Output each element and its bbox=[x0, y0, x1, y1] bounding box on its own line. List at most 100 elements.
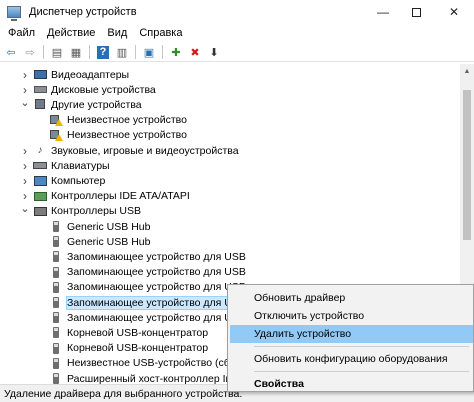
tree-item-label: Неизвестное устройство bbox=[67, 129, 187, 142]
tree-item-label: Generic USB Hub bbox=[67, 235, 151, 248]
usb-icon bbox=[49, 373, 63, 384]
chevron-right-icon[interactable]: › bbox=[20, 189, 30, 203]
show-hide-tree-button[interactable]: ▤ bbox=[49, 44, 65, 60]
tree-item-label: Корневой USB-концентратор bbox=[67, 342, 209, 355]
tree-item-label: Запоминающее устройство для USB bbox=[67, 266, 246, 279]
tree-device[interactable]: Generic USB Hub bbox=[46, 219, 150, 234]
tree-item-label: Запоминающее устройство для USB bbox=[67, 311, 246, 324]
tree-category[interactable]: ⌄ Другие устройства bbox=[20, 97, 141, 112]
tree-category[interactable]: › Контроллеры IDE ATA/ATAPI bbox=[20, 189, 190, 204]
toolbar-separator bbox=[135, 45, 136, 59]
context-menu-label: Обновить конфигурацию оборудования bbox=[254, 353, 448, 365]
show-hide-tree-icon: ▤ bbox=[51, 46, 63, 59]
view-icon: ▥ bbox=[116, 46, 128, 59]
tree-category[interactable]: › Видеоадаптеры bbox=[20, 67, 129, 82]
properties-item[interactable]: Свойства bbox=[230, 375, 473, 393]
chevron-down-icon[interactable]: ⌄ bbox=[20, 203, 30, 215]
usb-controller-icon bbox=[33, 205, 47, 217]
update-driver-item[interactable]: Обновить драйвер bbox=[230, 289, 473, 307]
usb-icon bbox=[49, 357, 63, 369]
minimize-button[interactable]: — bbox=[367, 0, 399, 24]
minimize-icon: — bbox=[377, 5, 389, 19]
chevron-right-icon[interactable]: › bbox=[20, 159, 30, 173]
status-text: Удаление драйвера для выбранного устройс… bbox=[4, 387, 243, 400]
tree-device[interactable]: Запоминающее устройство для USB bbox=[46, 295, 247, 310]
forward-arrow-button[interactable]: ⇨ bbox=[22, 44, 38, 60]
chevron-right-icon[interactable]: › bbox=[20, 83, 30, 97]
tree-item-label: Компьютер bbox=[51, 174, 106, 187]
tree-device[interactable]: Запоминающее устройство для USB bbox=[46, 280, 246, 295]
disk-drive-icon bbox=[33, 84, 47, 96]
context-menu: Обновить драйвер Отключить устройство Удал… bbox=[227, 284, 474, 392]
warning-device-icon bbox=[49, 114, 63, 126]
tree-category[interactable]: ⌄ Контроллеры USB bbox=[20, 203, 141, 219]
chevron-right-icon[interactable]: › bbox=[20, 174, 30, 188]
usb-icon bbox=[49, 327, 63, 339]
download-driver-icon: ⬇ bbox=[209, 46, 219, 59]
computer-icon bbox=[33, 175, 47, 187]
maximize-icon bbox=[411, 7, 421, 17]
tree-item-label: Клавиатуры bbox=[51, 159, 110, 172]
tree-category[interactable]: › Компьютер bbox=[20, 173, 105, 188]
context-menu-label: Отключить устройство bbox=[254, 310, 365, 322]
uninstall-icon: ✖ bbox=[190, 46, 200, 59]
back-arrow-button[interactable]: ⇦ bbox=[3, 44, 19, 60]
view-button[interactable]: ▥ bbox=[114, 44, 130, 60]
help-button[interactable]: ? bbox=[95, 44, 111, 60]
tree-device[interactable]: Неизвестное устройство bbox=[46, 128, 187, 143]
uninstall-device-item[interactable]: Удалить устройство bbox=[230, 325, 473, 343]
download-driver-button[interactable]: ⬇ bbox=[206, 44, 222, 60]
tree-category[interactable]: › ♪ Звуковые, игровые и видеоустройства bbox=[20, 143, 239, 158]
properties-button[interactable]: ▦ bbox=[68, 44, 84, 60]
tree-device[interactable]: Запоминающее устройство для USB bbox=[46, 265, 246, 280]
tree-device[interactable]: Неизвестное устройство bbox=[46, 113, 187, 128]
tree-device[interactable]: Запоминающее устройство для USB bbox=[46, 310, 246, 325]
menu-action[interactable]: Действие bbox=[41, 24, 101, 43]
uninstall-button[interactable]: ✖ bbox=[187, 44, 203, 60]
scan-hardware-icon: ▣ bbox=[143, 46, 155, 59]
ide-controller-icon bbox=[33, 190, 47, 202]
usb-icon bbox=[49, 312, 63, 324]
tree-device[interactable]: Запоминающее устройство для USB bbox=[46, 249, 246, 264]
maximize-button[interactable] bbox=[400, 0, 432, 24]
usb-icon bbox=[49, 266, 63, 278]
chevron-down-icon[interactable]: ⌄ bbox=[20, 97, 30, 109]
other-devices-icon bbox=[33, 99, 47, 111]
menu-separator bbox=[254, 346, 469, 347]
tree-device[interactable]: Корневой USB-концентратор bbox=[46, 325, 208, 340]
tree-item-label: Неизвестное устройство bbox=[67, 114, 187, 127]
scan-hardware-button[interactable]: ▣ bbox=[141, 44, 157, 60]
usb-icon bbox=[49, 221, 63, 233]
display-adapter-icon bbox=[33, 69, 47, 81]
warning-device-icon bbox=[49, 129, 63, 141]
scroll-up-button[interactable]: ▲ bbox=[460, 64, 474, 78]
toolbar-separator bbox=[89, 45, 90, 59]
device-manager-icon bbox=[7, 6, 21, 21]
chevron-right-icon[interactable]: › bbox=[20, 68, 30, 82]
disable-device-item[interactable]: Отключить устройство bbox=[230, 307, 473, 325]
usb-icon bbox=[49, 281, 63, 293]
tree-category[interactable]: › Клавиатуры bbox=[20, 158, 110, 173]
close-icon: ✕ bbox=[448, 5, 460, 19]
tree-item-label: Звуковые, игровые и видеоустройства bbox=[51, 144, 239, 157]
tree-category[interactable]: › Дисковые устройства bbox=[20, 82, 156, 97]
menu-help[interactable]: Справка bbox=[133, 24, 188, 43]
chevron-right-icon[interactable]: › bbox=[20, 144, 30, 158]
close-button[interactable]: ✕ bbox=[438, 0, 470, 24]
scroll-thumb[interactable] bbox=[463, 90, 471, 240]
add-driver-button[interactable]: ✚ bbox=[168, 44, 184, 60]
context-menu-label: Свойства bbox=[254, 378, 304, 390]
menu-separator bbox=[254, 371, 469, 372]
tree-device[interactable]: Generic USB Hub bbox=[46, 234, 150, 249]
scan-hardware-changes-item[interactable]: Обновить конфигурацию оборудования bbox=[230, 350, 473, 368]
usb-icon bbox=[49, 236, 63, 248]
tree-item-label: Generic USB Hub bbox=[67, 220, 151, 233]
tree-device[interactable]: Корневой USB-концентратор bbox=[46, 341, 208, 356]
tree-item-label: Корневой USB-концентратор bbox=[67, 326, 209, 339]
menu-file[interactable]: Файл bbox=[2, 24, 41, 43]
tree-item-label: Контроллеры IDE ATA/ATAPI bbox=[51, 190, 190, 203]
title-bar: Диспетчер устройств — ✕ bbox=[0, 0, 474, 24]
tree-item-label: Видеоадаптеры bbox=[51, 68, 130, 81]
menu-view[interactable]: Вид bbox=[101, 24, 133, 43]
back-arrow-icon: ⇦ bbox=[6, 46, 16, 59]
